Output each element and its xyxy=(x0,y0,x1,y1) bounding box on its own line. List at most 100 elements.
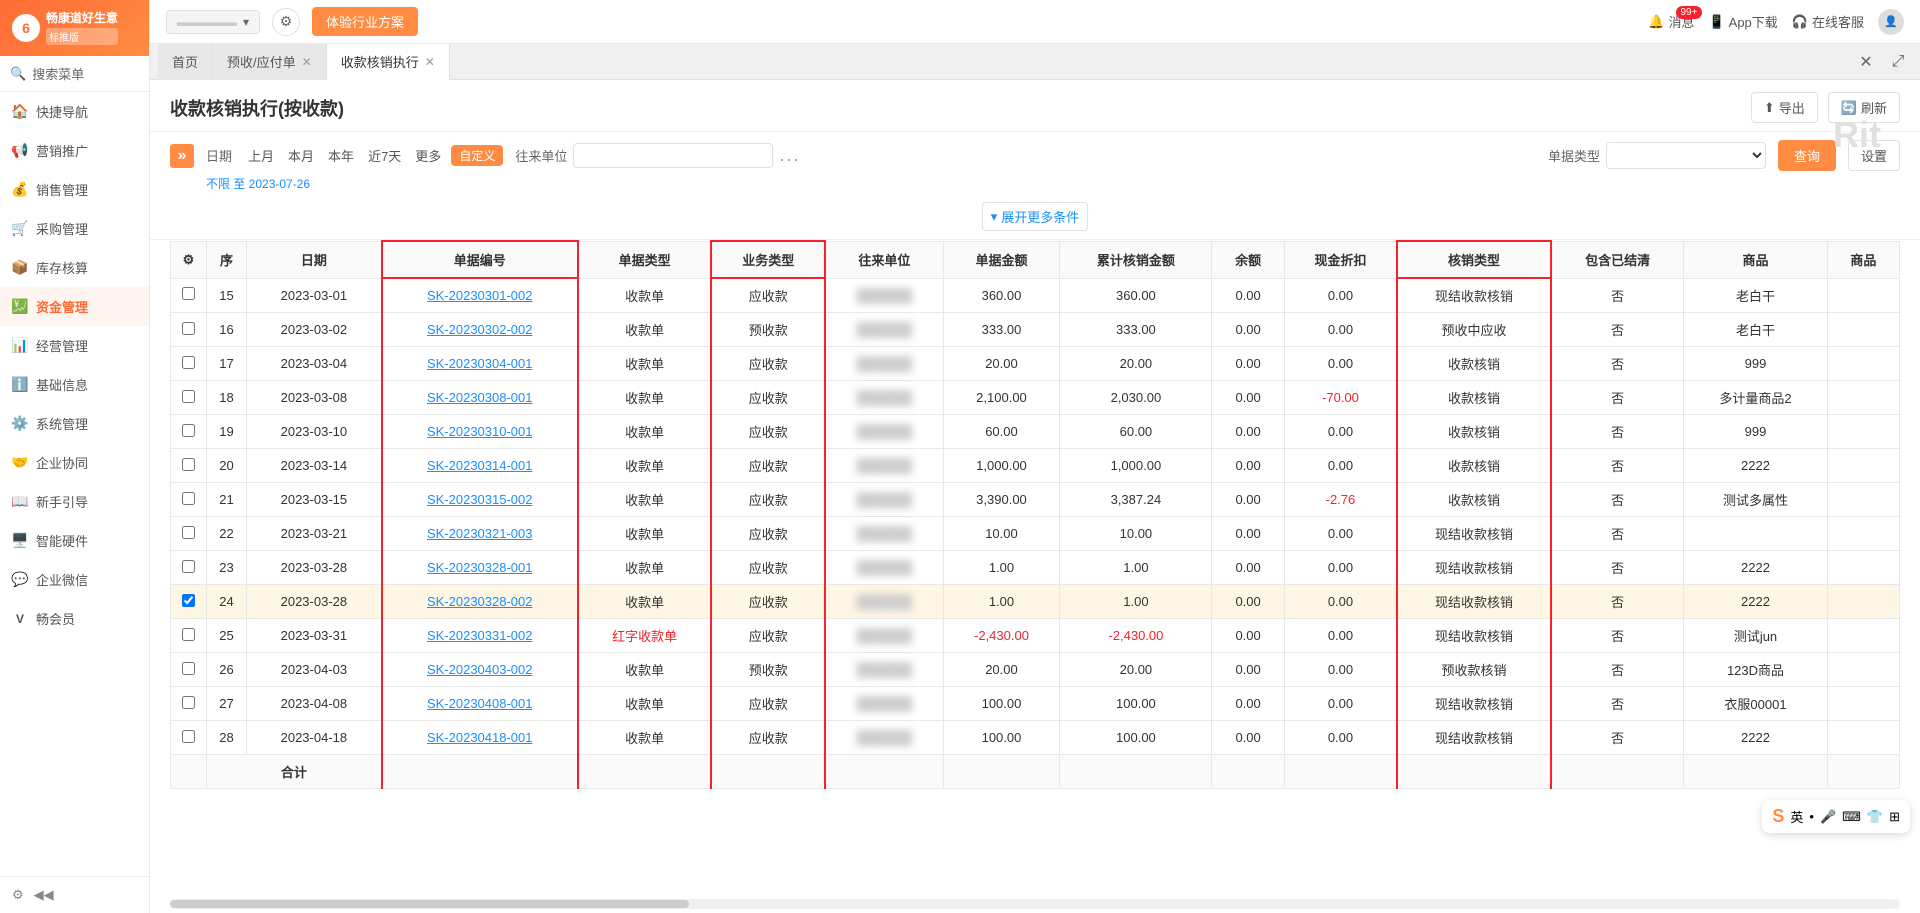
sidebar-item-quick-nav[interactable]: 🏠 快捷导航 xyxy=(0,92,149,131)
tab-expand-button[interactable]: ⤢ xyxy=(1884,48,1912,76)
row-cash-discount: 0.00 xyxy=(1284,619,1397,653)
bill-no-link[interactable]: SK-20230328-002 xyxy=(427,594,533,609)
row-checkbox[interactable] xyxy=(171,313,207,347)
bill-no-link[interactable]: SK-20230403-002 xyxy=(427,662,533,677)
topbar-gear-button[interactable]: ⚙ xyxy=(272,8,300,36)
sidebar-item-wechat[interactable]: 💬 企业微信 xyxy=(0,560,149,599)
bill-no-link[interactable]: SK-20230310-001 xyxy=(427,424,533,439)
row-bill-type: 收款单 xyxy=(578,381,712,415)
date-more[interactable]: 更多 xyxy=(411,144,445,167)
row-goods2 xyxy=(1827,483,1899,517)
sidebar-item-finance[interactable]: 💹 资金管理 xyxy=(0,287,149,326)
table-row[interactable]: 25 2023-03-31 SK-20230331-002 红字收款单 应收款 … xyxy=(171,619,1900,653)
collapse-icon[interactable]: ◀◀ xyxy=(34,887,54,903)
tab-home[interactable]: 首页 xyxy=(158,44,213,80)
sidebar-item-hardware[interactable]: 🖥️ 智能硬件 xyxy=(0,521,149,560)
more-filter-icon[interactable]: ... xyxy=(779,145,800,166)
bill-no-link[interactable]: SK-20230301-002 xyxy=(427,288,533,303)
row-checkbox[interactable] xyxy=(171,449,207,483)
tab-close-icon[interactable]: ✕ xyxy=(425,55,435,69)
sidebar-item-basic[interactable]: ℹ️ 基础信息 xyxy=(0,365,149,404)
table-row[interactable]: 27 2023-04-08 SK-20230408-001 收款单 应收款 ██… xyxy=(171,687,1900,721)
date-this-month[interactable]: 本月 xyxy=(284,144,318,167)
tab-prepayment[interactable]: 预收/应付单 ✕ xyxy=(213,44,327,80)
setting-button[interactable]: 设置 xyxy=(1848,140,1900,171)
table-row[interactable]: 21 2023-03-15 SK-20230315-002 收款单 应收款 ██… xyxy=(171,483,1900,517)
table-scrollbar[interactable] xyxy=(170,899,1900,909)
tab-close-icon[interactable]: ✕ xyxy=(302,55,312,69)
table-row[interactable]: 20 2023-03-14 SK-20230314-001 收款单 应收款 ██… xyxy=(171,449,1900,483)
sidebar-item-purchase[interactable]: 🛒 采购管理 xyxy=(0,209,149,248)
sidebar-search[interactable]: 🔍 搜索菜单 xyxy=(0,56,149,92)
col-header-counterpart: 往来单位 xyxy=(825,241,943,278)
sidebar-item-inventory[interactable]: 📦 库存核算 xyxy=(0,248,149,287)
table-row[interactable]: 26 2023-04-03 SK-20230403-002 收款单 预收款 ██… xyxy=(171,653,1900,687)
app-selector[interactable]: ▬▬▬▬▬ ▾ xyxy=(166,10,260,34)
row-checkbox[interactable] xyxy=(171,653,207,687)
table-row[interactable]: 28 2023-04-18 SK-20230418-001 收款单 应收款 ██… xyxy=(171,721,1900,755)
query-button[interactable]: 查询 xyxy=(1778,140,1836,171)
bill-no-link[interactable]: SK-20230408-001 xyxy=(427,696,533,711)
export-button[interactable]: ⬆ 导出 xyxy=(1751,92,1818,123)
sidebar-item-guide[interactable]: 📖 新手引导 xyxy=(0,482,149,521)
row-checkbox[interactable] xyxy=(171,347,207,381)
date-custom-button[interactable]: 自定义 xyxy=(451,145,503,166)
counterpart-input[interactable] xyxy=(573,143,773,168)
sidebar-item-corp[interactable]: 🤝 企业协同 xyxy=(0,443,149,482)
sidebar-item-system[interactable]: ⚙️ 系统管理 xyxy=(0,404,149,443)
refresh-button[interactable]: 🔄 刷新 xyxy=(1828,92,1900,123)
table-row[interactable]: 24 2023-03-28 SK-20230328-002 收款单 应收款 ██… xyxy=(171,585,1900,619)
row-checkbox[interactable] xyxy=(171,687,207,721)
settings-icon[interactable]: ⚙ xyxy=(12,887,24,903)
row-checkbox[interactable] xyxy=(171,483,207,517)
table-row[interactable]: 19 2023-03-10 SK-20230310-001 收款单 应收款 ██… xyxy=(171,415,1900,449)
table-row[interactable]: 16 2023-03-02 SK-20230302-002 收款单 预收款 ██… xyxy=(171,313,1900,347)
col-header-settings[interactable]: ⚙ xyxy=(171,241,207,278)
row-date: 2023-03-10 xyxy=(247,415,382,449)
col-header-balance: 余额 xyxy=(1212,241,1284,278)
tab-close-button[interactable]: ✕ xyxy=(1852,48,1880,76)
bill-no-link[interactable]: SK-20230315-002 xyxy=(427,492,533,507)
row-checkbox[interactable] xyxy=(171,551,207,585)
bill-no-link[interactable]: SK-20230308-001 xyxy=(427,390,533,405)
user-avatar[interactable]: 👤 xyxy=(1878,9,1904,35)
sidebar-item-marketing[interactable]: 📢 营销推广 xyxy=(0,131,149,170)
bill-no-link[interactable]: SK-20230418-001 xyxy=(427,730,533,745)
handshake-icon: 🤝 xyxy=(12,455,28,471)
row-checkbox[interactable] xyxy=(171,415,207,449)
row-cum-cancel: 1.00 xyxy=(1060,585,1212,619)
row-checkbox[interactable] xyxy=(171,721,207,755)
tab-collection[interactable]: 收款核销执行 ✕ xyxy=(327,44,450,80)
online-service-button[interactable]: 🎧 在线客服 xyxy=(1792,12,1864,31)
row-checkbox[interactable] xyxy=(171,517,207,551)
sidebar-item-member[interactable]: V 畅会员 xyxy=(0,599,149,638)
filter-expand-button[interactable]: » xyxy=(170,144,194,168)
table-row[interactable]: 18 2023-03-08 SK-20230308-001 收款单 应收款 ██… xyxy=(171,381,1900,415)
expand-more-button[interactable]: ▾ 展开更多条件 xyxy=(982,202,1089,231)
row-bill-amount: 20.00 xyxy=(943,653,1060,687)
sidebar-bottom: ⚙ ◀◀ xyxy=(0,876,149,913)
bill-no-link[interactable]: SK-20230328-001 xyxy=(427,560,533,575)
sidebar-item-operation[interactable]: 📊 经营管理 xyxy=(0,326,149,365)
notification-button[interactable]: 🔔 消息 99+ xyxy=(1648,12,1694,31)
date-this-year[interactable]: 本年 xyxy=(324,144,358,167)
table-row[interactable]: 23 2023-03-28 SK-20230328-001 收款单 应收款 ██… xyxy=(171,551,1900,585)
date-last-month[interactable]: 上月 xyxy=(244,144,278,167)
row-checkbox[interactable] xyxy=(171,585,207,619)
app-download-button[interactable]: 📱 App下载 xyxy=(1708,12,1777,31)
bill-no-link[interactable]: SK-20230304-001 xyxy=(427,356,533,371)
bill-no-link[interactable]: SK-20230321-003 xyxy=(427,526,533,541)
bill-type-select[interactable] xyxy=(1606,142,1766,169)
table-row[interactable]: 22 2023-03-21 SK-20230321-003 收款单 应收款 ██… xyxy=(171,517,1900,551)
table-row[interactable]: 15 2023-03-01 SK-20230301-002 收款单 应收款 ██… xyxy=(171,278,1900,313)
bill-no-link[interactable]: SK-20230331-002 xyxy=(427,628,533,643)
date-7days[interactable]: 近7天 xyxy=(364,144,405,167)
sidebar-item-sales[interactable]: 💰 销售管理 xyxy=(0,170,149,209)
bill-no-link[interactable]: SK-20230314-001 xyxy=(427,458,533,473)
row-checkbox[interactable] xyxy=(171,381,207,415)
table-row[interactable]: 17 2023-03-04 SK-20230304-001 收款单 应收款 ██… xyxy=(171,347,1900,381)
solution-button[interactable]: 体验行业方案 xyxy=(312,7,418,36)
row-checkbox[interactable] xyxy=(171,278,207,313)
row-checkbox[interactable] xyxy=(171,619,207,653)
bill-no-link[interactable]: SK-20230302-002 xyxy=(427,322,533,337)
